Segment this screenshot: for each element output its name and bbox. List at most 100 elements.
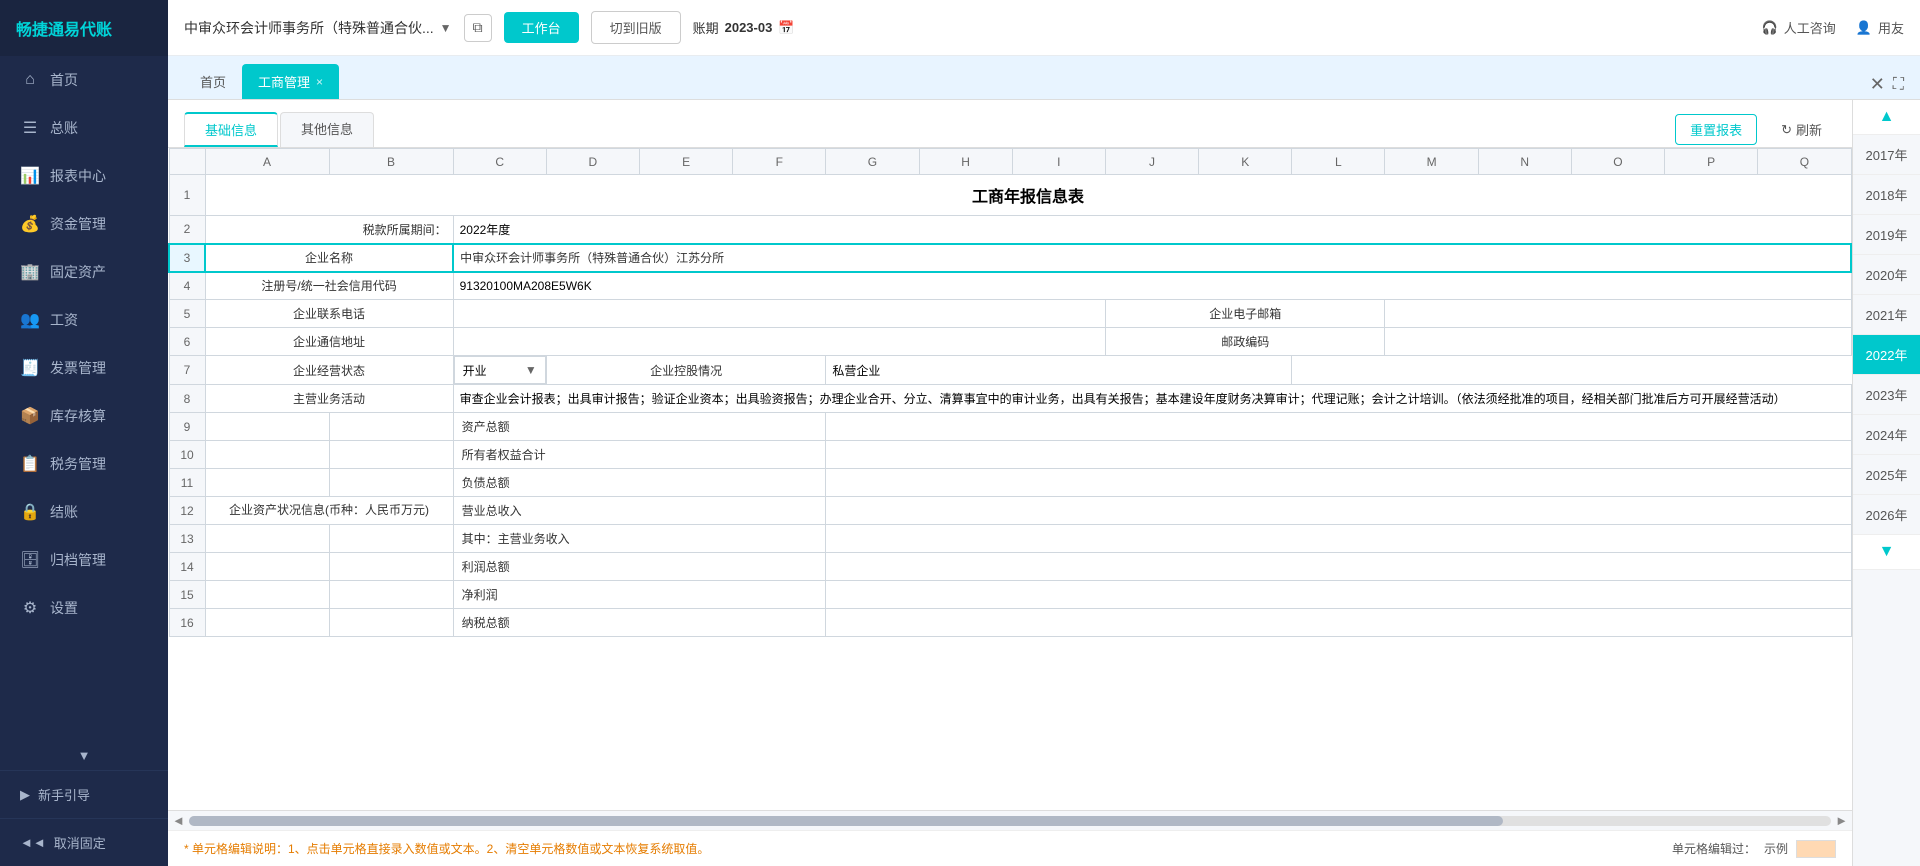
email-value[interactable]	[1385, 300, 1851, 328]
sample-color-swatch	[1796, 840, 1836, 858]
spreadsheet-container[interactable]: A B C D E F G H I J K L M	[168, 147, 1852, 810]
year-2018[interactable]: 2018年	[1853, 175, 1920, 215]
sidebar-label-home: 首页	[50, 70, 78, 90]
main-biz-value[interactable]: 审查企业会计报表；出具审计报告；验证企业资本；出具验资报告；办理企业合开、分立、…	[453, 385, 1851, 413]
year-2023[interactable]: 2023年	[1853, 375, 1920, 415]
row-num-14: 14	[169, 553, 205, 581]
sidebar-unpin[interactable]: ◄◄ 取消固定	[0, 818, 168, 866]
calendar-icon[interactable]: 📅	[778, 20, 794, 36]
company-selector[interactable]: 中审众环会计师事务所（特殊普通合伙... ▼	[184, 18, 452, 38]
corner-header	[169, 149, 205, 175]
year-panel-down[interactable]: ▼	[1853, 535, 1920, 570]
ledger-icon: ☰	[20, 118, 40, 138]
close-accounts-icon: 🔒	[20, 502, 40, 522]
scroll-left-arrow[interactable]: ◄	[172, 813, 185, 828]
postcode-value[interactable]	[1385, 328, 1851, 356]
table-row: 1 工商年报信息表	[169, 175, 1851, 216]
scroll-right-arrow[interactable]: ►	[1835, 813, 1848, 828]
chevron-down-icon: ▼	[440, 21, 452, 35]
year-2020[interactable]: 2020年	[1853, 255, 1920, 295]
year-2024[interactable]: 2024年	[1853, 415, 1920, 455]
app-logo: 畅捷通易代账	[16, 16, 112, 40]
assets-icon: 🏢	[20, 262, 40, 282]
year-2022[interactable]: 2022年	[1853, 335, 1920, 375]
settings-icon: ⚙	[20, 598, 40, 618]
window-expand-button[interactable]: ⛶	[1893, 76, 1904, 94]
assets-info-b-15	[329, 581, 453, 609]
sidebar-item-tax[interactable]: 📋 税务管理	[0, 440, 168, 488]
h-scrollbar-track[interactable]	[189, 816, 1831, 826]
window-close-button[interactable]: ✕	[1870, 74, 1885, 95]
sidebar-new-guide[interactable]: ▶ 新手引导	[0, 770, 168, 818]
year-2017[interactable]: 2017年	[1853, 135, 1920, 175]
table-row: 12 企业资产状况信息(币种：人民币万元) 营业总收入	[169, 497, 1851, 525]
h-scrollbar[interactable]: ◄ ►	[168, 810, 1852, 830]
table-row: 14 利润总额	[169, 553, 1851, 581]
sidebar-scroll-down[interactable]: ▼	[0, 740, 168, 770]
sidebar-item-home[interactable]: ⌂ 首页	[0, 56, 168, 104]
archive-icon: 🗄	[20, 550, 40, 570]
subtab-basic-info[interactable]: 基础信息	[184, 112, 278, 147]
ownership-value[interactable]: 私营企业	[826, 356, 1292, 385]
company-name-value-cell[interactable]: 中审众环会计师事务所（特殊普通合伙）江苏分所	[453, 244, 1851, 272]
assets-status-label: 企业资产状况信息(币种：人民币万元)	[205, 497, 453, 525]
sidebar-item-funds[interactable]: 💰 资金管理	[0, 200, 168, 248]
table-row: 16 纳税总额	[169, 609, 1851, 637]
period-value-cell[interactable]: 2022年度	[453, 216, 1851, 244]
period-label: 账期	[693, 18, 719, 37]
row-num-6: 6	[169, 328, 205, 356]
total-revenue-value[interactable]	[826, 497, 1851, 525]
biz-status-value[interactable]: 开业▼	[454, 356, 546, 384]
sidebar-item-reports[interactable]: 📊 报表中心	[0, 152, 168, 200]
tabbar: 首页 工商管理 × ✕ ⛶	[168, 56, 1920, 100]
row-num-3: 3	[169, 244, 205, 272]
year-2021[interactable]: 2021年	[1853, 295, 1920, 335]
sidebar-item-invoices[interactable]: 🧾 发票管理	[0, 344, 168, 392]
sidebar-item-archive[interactable]: 🗄 归档管理	[0, 536, 168, 584]
sidebar-label-tax: 税务管理	[50, 454, 106, 474]
sidebar-label-funds: 资金管理	[50, 214, 106, 234]
main-revenue-value[interactable]	[826, 525, 1851, 553]
copy-company-button[interactable]: ⧉	[464, 14, 492, 42]
tab-home[interactable]: 首页	[184, 64, 242, 99]
col-header-a: A	[205, 149, 329, 175]
workbench-button[interactable]: 工作台	[504, 12, 579, 43]
total-assets-value[interactable]	[826, 413, 1851, 441]
sidebar-item-wages[interactable]: 👥 工资	[0, 296, 168, 344]
old-version-button[interactable]: 切到旧版	[591, 11, 681, 44]
status-bar-right: 单元格编辑过： 示例	[1672, 840, 1836, 858]
liability-value[interactable]	[826, 469, 1851, 497]
refresh-button[interactable]: ↻ 刷新	[1767, 115, 1836, 144]
row-num-9: 9	[169, 413, 205, 441]
company-name: 中审众环会计师事务所（特殊普通合伙...	[184, 18, 434, 38]
sidebar-item-ledger[interactable]: ☰ 总账	[0, 104, 168, 152]
phone-value[interactable]	[453, 300, 1105, 328]
year-2026[interactable]: 2026年	[1853, 495, 1920, 535]
h-scrollbar-thumb[interactable]	[189, 816, 1503, 826]
tab-close-icon[interactable]: ×	[316, 75, 323, 89]
reg-code-value[interactable]: 91320100MA208E5W6K	[453, 272, 1851, 300]
table-row: 13 其中：主营业务收入	[169, 525, 1851, 553]
address-value[interactable]	[453, 328, 1105, 356]
sidebar-item-close[interactable]: 🔒 结账	[0, 488, 168, 536]
subtab-other-info[interactable]: 其他信息	[280, 112, 374, 147]
equity-value[interactable]	[826, 441, 1851, 469]
year-2019[interactable]: 2019年	[1853, 215, 1920, 255]
total-revenue-label: 营业总收入	[453, 497, 826, 525]
net-profit-value[interactable]	[826, 581, 1851, 609]
sidebar-label-wages: 工资	[50, 310, 78, 330]
user-menu[interactable]: 👤 用友	[1856, 18, 1904, 37]
sidebar-label-settings: 设置	[50, 598, 78, 618]
sidebar-item-settings[interactable]: ⚙ 设置	[0, 584, 168, 632]
assets-info-b-16	[329, 609, 453, 637]
sidebar-item-inventory[interactable]: 📦 库存核算	[0, 392, 168, 440]
reset-report-button[interactable]: 重置报表	[1675, 114, 1757, 145]
year-panel-up[interactable]: ▲	[1853, 100, 1920, 135]
consult-label: 人工咨询	[1784, 18, 1836, 37]
year-2025[interactable]: 2025年	[1853, 455, 1920, 495]
total-profit-value[interactable]	[826, 553, 1851, 581]
tab-business[interactable]: 工商管理 ×	[242, 64, 339, 99]
consult-button[interactable]: 🎧 人工咨询	[1762, 18, 1836, 37]
total-tax-value[interactable]	[826, 609, 1851, 637]
sidebar-item-assets[interactable]: 🏢 固定资产	[0, 248, 168, 296]
